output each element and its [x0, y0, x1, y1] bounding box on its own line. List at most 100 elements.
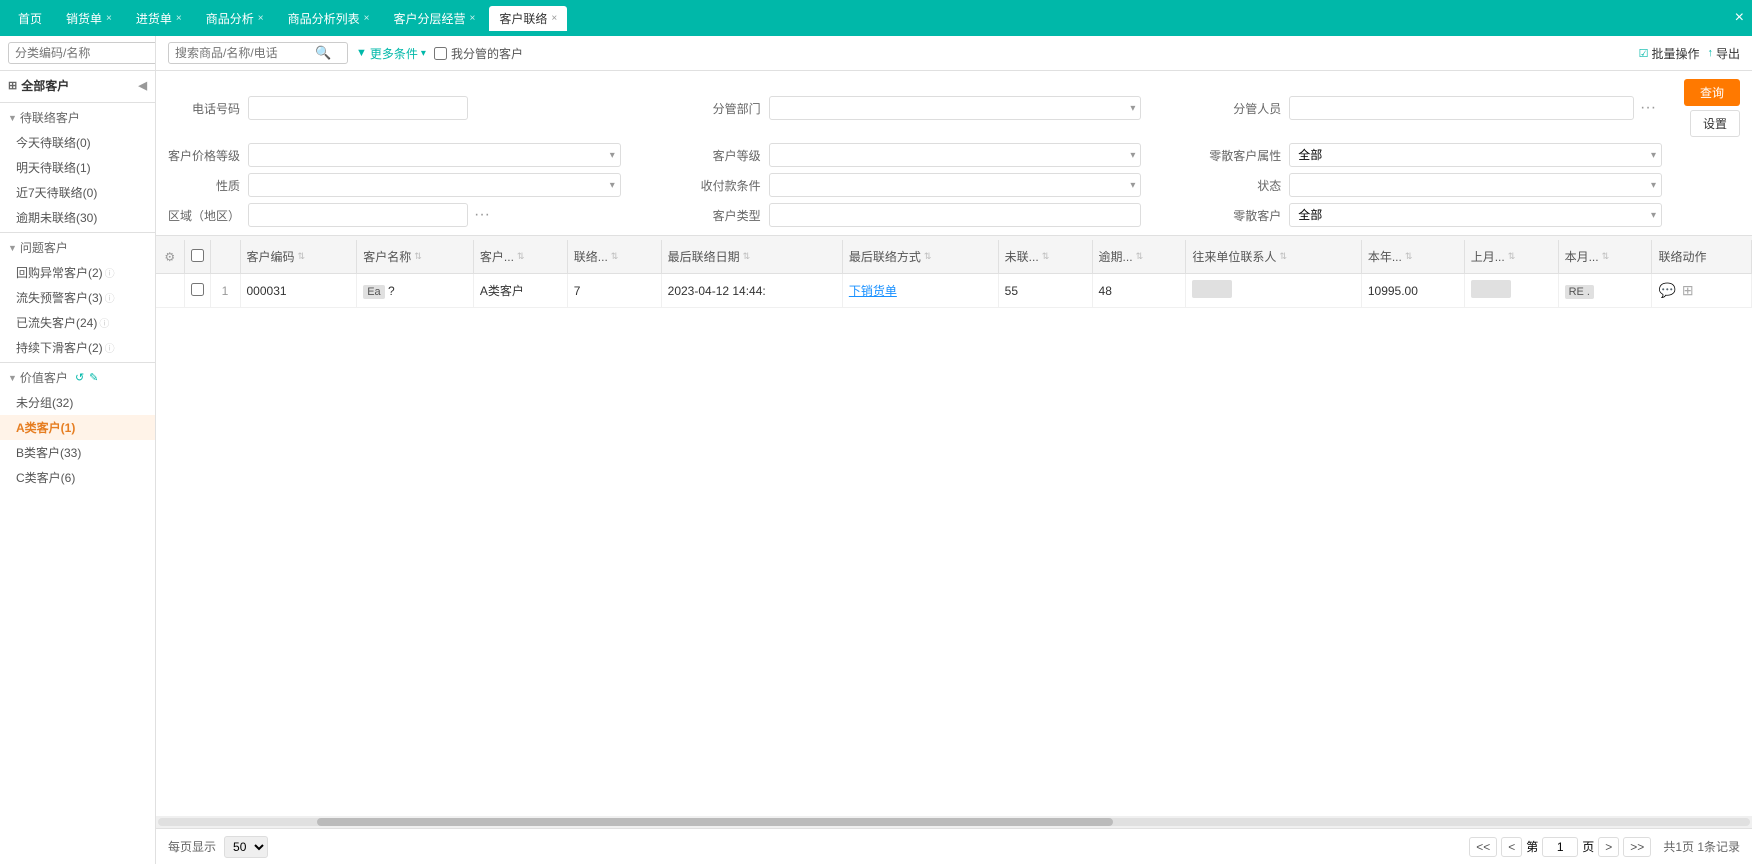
col-code[interactable]: 客户编码 ⇅: [240, 240, 357, 274]
triangle-icon2: ▼: [8, 243, 17, 253]
nav-product-analysis-list[interactable]: 商品分析列表 ×: [278, 6, 380, 31]
my-customers-toggle[interactable]: 我分管的客户: [434, 45, 523, 62]
row-checkbox-cell[interactable]: [184, 274, 210, 308]
value-customers-group[interactable]: ▼ 价值客户 ↺ ✎: [0, 365, 155, 390]
prev-page-btn[interactable]: <: [1501, 837, 1522, 857]
select-all-checkbox[interactable]: [191, 249, 204, 262]
page-size-select[interactable]: 50: [224, 836, 268, 858]
all-customers-header[interactable]: ⊞ 全部客户 ◀: [0, 71, 155, 100]
col-last-method[interactable]: 最后联络方式 ⇅: [842, 240, 998, 274]
horizontal-scrollbar[interactable]: [156, 816, 1752, 828]
nav-customer-contact[interactable]: 客户联络 ×: [489, 6, 567, 31]
sidebar-item-ungrouped[interactable]: 未分组(32): [0, 390, 155, 415]
query-button[interactable]: 查询: [1684, 79, 1740, 106]
dept-select[interactable]: [769, 96, 1142, 120]
chevron-down-icon: ▾: [421, 48, 426, 59]
status-select[interactable]: [1289, 173, 1662, 197]
col-last-month[interactable]: 上月... ⇅: [1464, 240, 1558, 274]
customer-level-select[interactable]: [769, 143, 1142, 167]
nav-home[interactable]: 首页: [8, 6, 52, 31]
col-gear[interactable]: ⚙: [156, 240, 184, 274]
more-conditions-btn[interactable]: ▼ 更多条件 ▾: [356, 45, 426, 62]
sidebar-item-today[interactable]: 今天待联络(0): [0, 130, 155, 155]
customer-type-input[interactable]: [769, 203, 1142, 227]
nav-product-analysis-list-close[interactable]: ×: [364, 13, 370, 24]
sidebar-search-input[interactable]: [8, 42, 156, 64]
qr-icon[interactable]: ⊞: [1682, 282, 1694, 299]
filter-customer-type: 客户类型: [689, 203, 1142, 227]
staff-more-btn[interactable]: ···: [1634, 99, 1662, 117]
col-this-month[interactable]: 本月... ⇅: [1558, 240, 1652, 274]
col-contact-count[interactable]: 联络... ⇅: [567, 240, 661, 274]
sidebar-item-tomorrow[interactable]: 明天待联络(1): [0, 155, 155, 180]
refresh-icon[interactable]: ↺: [75, 371, 84, 384]
customer-type-label: 客户类型: [689, 207, 769, 224]
nature-select[interactable]: [248, 173, 621, 197]
last-page-btn[interactable]: >>: [1623, 837, 1651, 857]
nav-sales[interactable]: 销货单 ×: [56, 6, 122, 31]
nav-customer-contact-close[interactable]: ×: [551, 13, 557, 24]
col-checkbox-header[interactable]: [184, 240, 210, 274]
sort-icon-overdue: ⇅: [1136, 251, 1144, 262]
info-icon2: ⓘ: [105, 290, 115, 305]
settings-icon[interactable]: ⚙: [164, 250, 175, 264]
page-of-label: 第: [1526, 838, 1538, 855]
page-number-input[interactable]: [1542, 837, 1578, 857]
row-last-method[interactable]: 下销货单: [842, 274, 998, 308]
batch-op-btn[interactable]: ☑ 批量操作: [1639, 45, 1700, 62]
page-total-label: 共1页 1条记录: [1663, 838, 1740, 855]
filter-retail-customer: 零散客户 全部 ▾: [1209, 203, 1662, 227]
settings-button[interactable]: 设置: [1690, 110, 1740, 137]
filter-region: 区域（地区） ···: [168, 203, 621, 227]
scrollbar-thumb[interactable]: [317, 818, 1113, 826]
col-unit-contact[interactable]: 往来单位联系人 ⇅: [1186, 240, 1361, 274]
first-page-btn[interactable]: <<: [1469, 837, 1497, 857]
sidebar-item-churn-warning[interactable]: 流失预警客户(3) ⓘ: [0, 285, 155, 310]
sidebar-item-class-a[interactable]: A类客户(1): [0, 415, 155, 440]
row-checkbox[interactable]: [191, 283, 204, 296]
retail-customer-select[interactable]: 全部: [1289, 203, 1662, 227]
col-this-year[interactable]: 本年... ⇅: [1361, 240, 1464, 274]
nav-customer-tier-close[interactable]: ×: [469, 13, 475, 24]
sidebar-item-class-c[interactable]: C类客户(6): [0, 465, 155, 490]
nav-purchase[interactable]: 进货单 ×: [126, 6, 192, 31]
pending-contact-group[interactable]: ▼ 待联络客户: [0, 105, 155, 130]
nav-product-analysis[interactable]: 商品分析 ×: [196, 6, 274, 31]
sidebar-item-class-b[interactable]: B类客户(33): [0, 440, 155, 465]
sidebar-item-overdue[interactable]: 逾期未联络(30): [0, 205, 155, 230]
region-input[interactable]: [248, 203, 468, 227]
problem-customers-group[interactable]: ▼ 问题客户: [0, 235, 155, 260]
retail-attr-select-wrapper: 全部 ▾: [1289, 143, 1662, 167]
sidebar-item-churned[interactable]: 已流失客户(24) ⓘ: [0, 310, 155, 335]
sidebar-item-7days[interactable]: 近7天待联络(0): [0, 180, 155, 205]
pagination: 每页显示 50 << < 第 页 > >> 共1页 1条记录: [156, 828, 1752, 864]
nature-select-wrapper: ▾: [248, 173, 621, 197]
payment-select[interactable]: [769, 173, 1142, 197]
phone-input[interactable]: [248, 96, 468, 120]
edit-icon[interactable]: ✎: [89, 371, 98, 384]
filter-search-input[interactable]: [175, 46, 315, 60]
sidebar-item-abnormal[interactable]: 回购异常客户(2) ⓘ: [0, 260, 155, 285]
chat-icon[interactable]: 💬: [1658, 282, 1675, 299]
retail-attr-select[interactable]: 全部: [1289, 143, 1662, 167]
col-type[interactable]: 客户... ⇅: [473, 240, 567, 274]
close-all-tabs[interactable]: ×: [1735, 9, 1744, 27]
nav-purchase-close[interactable]: ×: [176, 13, 182, 24]
export-btn[interactable]: ↑ 导出: [1707, 45, 1740, 62]
nav-product-analysis-close[interactable]: ×: [258, 13, 264, 24]
staff-input[interactable]: [1289, 96, 1634, 120]
region-more-btn[interactable]: ···: [468, 206, 496, 224]
price-level-select[interactable]: [248, 143, 621, 167]
next-page-btn[interactable]: >: [1598, 837, 1619, 857]
scrollbar-track[interactable]: [158, 818, 1750, 826]
nav-sales-close[interactable]: ×: [106, 13, 112, 24]
col-name[interactable]: 客户名称 ⇅: [357, 240, 474, 274]
col-last-date[interactable]: 最后联络日期 ⇅: [661, 240, 842, 274]
col-no-contact[interactable]: 未联... ⇅: [998, 240, 1092, 274]
col-overdue[interactable]: 逾期... ⇅: [1092, 240, 1186, 274]
dept-label: 分管部门: [689, 100, 769, 117]
nav-customer-tier[interactable]: 客户分层经营 ×: [383, 6, 485, 31]
filter-search-icon[interactable]: 🔍: [315, 45, 331, 61]
my-customers-checkbox[interactable]: [434, 47, 447, 60]
sidebar-item-declining[interactable]: 持续下滑客户(2) ⓘ: [0, 335, 155, 360]
